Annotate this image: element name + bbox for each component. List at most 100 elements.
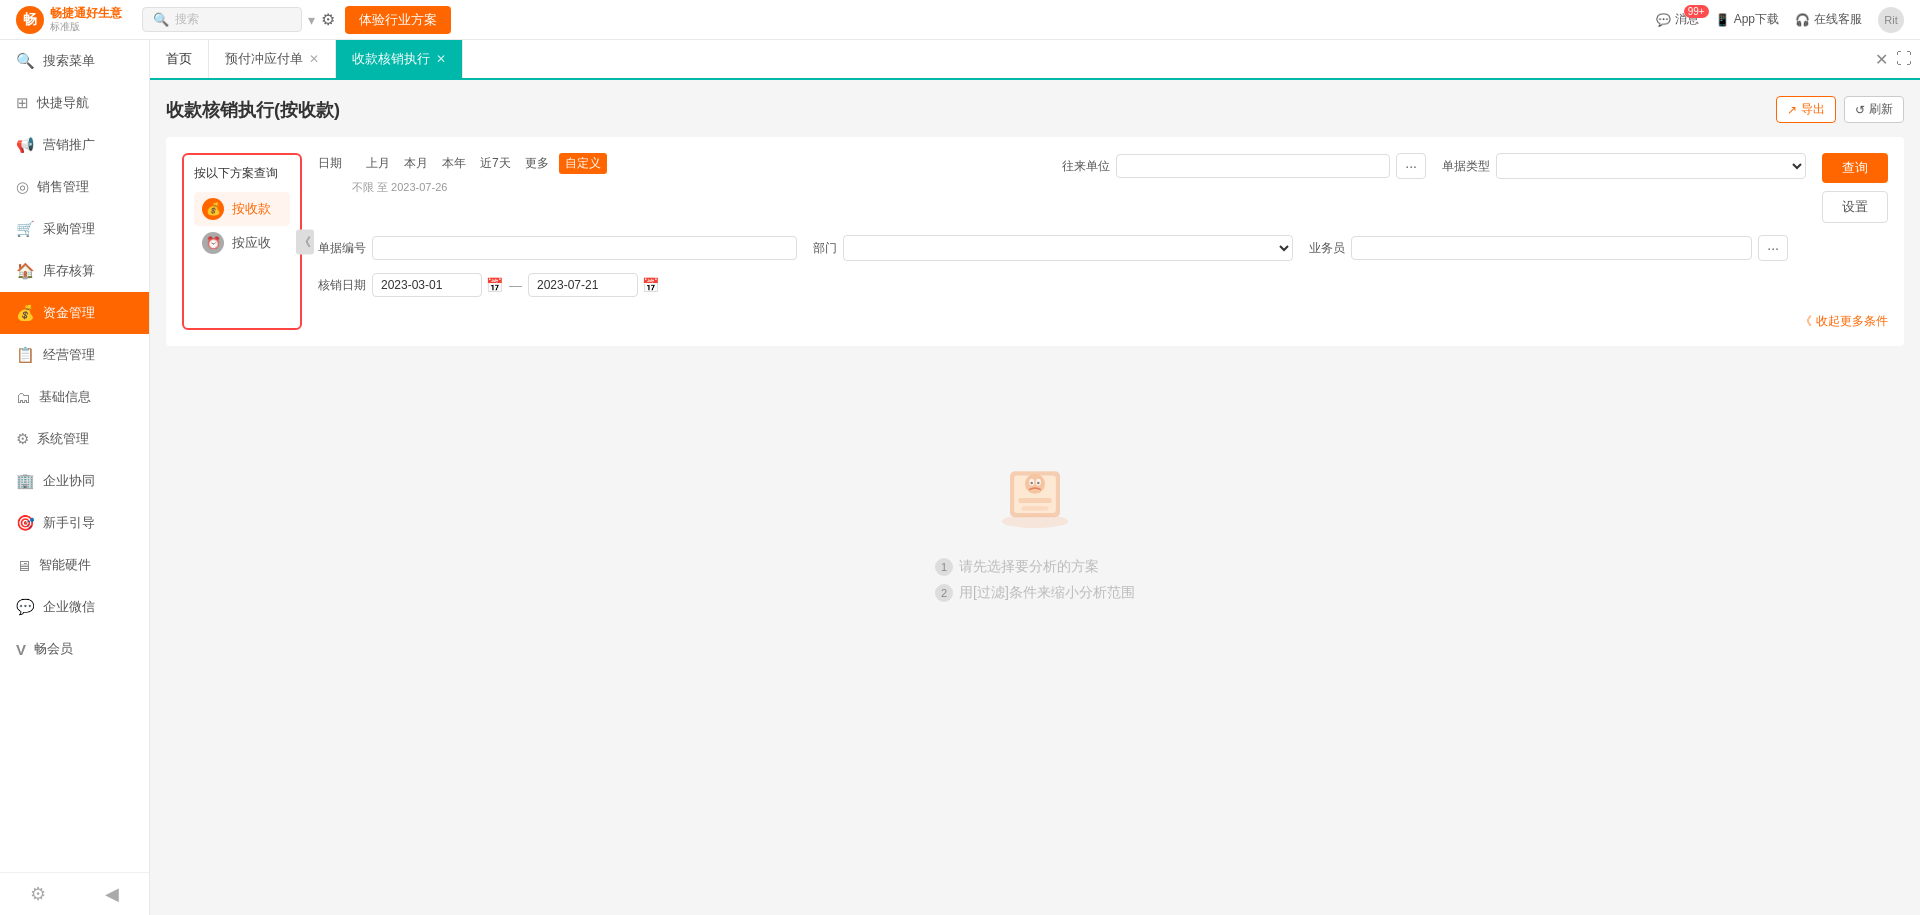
query-btn[interactable]: 查询 (1822, 153, 1888, 183)
tab-receipt-label: 收款核销执行 (352, 50, 430, 68)
marketing-icon: 📢 (16, 136, 35, 154)
tab-close-btn[interactable]: ✕ (1875, 50, 1888, 69)
filter-option-by-receipt[interactable]: 💰 按收款 (194, 192, 290, 226)
purchase-icon: 🛒 (16, 220, 35, 238)
verify-date-start-cal[interactable]: 📅 (486, 277, 503, 293)
staff-input[interactable] (1351, 236, 1753, 260)
settings-btn[interactable]: 设置 (1822, 191, 1888, 223)
sidebar-item-business[interactable]: 📋 经营管理 (0, 334, 149, 376)
sidebar-item-member[interactable]: V 畅会员 (0, 628, 149, 670)
date-hint-row: 不限 至 2023-07-26 (352, 180, 1046, 195)
collapse-icon: 《 (1800, 313, 1812, 330)
sidebar-item-basic-info[interactable]: 🗂 基础信息 (0, 376, 149, 418)
dept-select[interactable] (843, 235, 1292, 261)
sidebar-label-finance: 资金管理 (43, 304, 95, 322)
sidebar-item-weixin[interactable]: 💬 企业微信 (0, 586, 149, 628)
hint-num-1: 1 (935, 558, 953, 576)
refresh-icon: ↺ (1855, 103, 1865, 117)
header-bar: 畅 畅捷通好生意 标准版 🔍 搜索 ▾ ⚙ 体验行业方案 💬 消息 99+ 📱 … (0, 0, 1920, 40)
header-search-display: 🔍 搜索 (142, 7, 302, 32)
collapse-more-btn[interactable]: 《 收起更多条件 (1800, 313, 1888, 330)
basic-info-icon: 🗂 (16, 389, 31, 406)
settings-icon[interactable]: ⚙ (321, 10, 335, 29)
tab-prepay-close[interactable]: ✕ (309, 52, 319, 66)
verify-date-start[interactable]: 2023-03-01 (372, 273, 482, 297)
sidebar-item-inventory[interactable]: 🏠 库存核算 (0, 250, 149, 292)
online-service-btn[interactable]: 🎧 在线客服 (1795, 11, 1862, 28)
svg-point-7 (1037, 482, 1040, 485)
sidebar-label-sales: 销售管理 (37, 178, 89, 196)
staff-ellipsis-btn[interactable]: ··· (1758, 235, 1788, 261)
tab-home-label: 首页 (166, 50, 192, 68)
shortcut-more[interactable]: 更多 (521, 153, 553, 174)
filter-selector: 按以下方案查询 💰 按收款 ⏰ 按应收 《 (182, 153, 302, 330)
filter-panel: 按以下方案查询 💰 按收款 ⏰ 按应收 《 (166, 137, 1904, 346)
sidebar-label-basic-info: 基础信息 (39, 388, 91, 406)
sidebar-collapse-btn[interactable]: ◀ (105, 883, 119, 905)
tab-receipt-writeoff[interactable]: 收款核销执行 ✕ (336, 40, 463, 78)
brand: 畅 畅捷通好生意 标准版 (16, 6, 122, 34)
shortcut-this-year[interactable]: 本年 (438, 153, 470, 174)
tab-expand-btn[interactable]: ⛶ (1896, 50, 1912, 68)
date-separator: — (509, 278, 522, 293)
partner-ellipsis-btn[interactable]: ··· (1396, 153, 1426, 179)
brand-logo: 畅 (16, 6, 44, 34)
tab-home[interactable]: 首页 (150, 40, 209, 78)
sidebar-item-finance[interactable]: 💰 资金管理 (0, 292, 149, 334)
shortcut-this-month[interactable]: 本月 (400, 153, 432, 174)
sidebar-label-member: 畅会员 (34, 640, 73, 658)
sidebar-label-hardware: 智能硬件 (39, 556, 91, 574)
page-title-bar: 收款核销执行(按收款) ↗ 导出 ↺ 刷新 (166, 96, 1904, 123)
shortcut-last-month[interactable]: 上月 (362, 153, 394, 174)
tab-right-actions: ✕ ⛶ (1867, 40, 1920, 78)
app-download-btn[interactable]: 📱 App下载 (1715, 11, 1779, 28)
sidebar-item-hardware[interactable]: 🖥 智能硬件 (0, 544, 149, 586)
industry-btn[interactable]: 体验行业方案 (345, 6, 451, 34)
empty-hint-1: 1 请先选择要分析的方案 (935, 558, 1135, 576)
empty-hint-2: 2 用[过滤]条件来缩小分析范围 (935, 584, 1135, 602)
sales-icon: ◎ (16, 178, 29, 196)
sidebar-item-guide[interactable]: 🎯 新手引导 (0, 502, 149, 544)
verify-date-end[interactable]: 2023-07-21 (528, 273, 638, 297)
shortcut-7days[interactable]: 近7天 (476, 153, 515, 174)
shortcut-custom[interactable]: 自定义 (559, 153, 607, 174)
message-btn[interactable]: 💬 消息 99+ (1656, 11, 1699, 28)
sidebar-item-enterprise[interactable]: 🏢 企业协同 (0, 460, 149, 502)
content-area: 首页 预付冲应付单 ✕ 收款核销执行 ✕ ✕ ⛶ 收款核销执行(按收款) (150, 40, 1920, 915)
sidebar-item-purchase[interactable]: 🛒 采购管理 (0, 208, 149, 250)
page-title-actions: ↗ 导出 ↺ 刷新 (1776, 96, 1904, 123)
sidebar-item-sales[interactable]: ◎ 销售管理 (0, 166, 149, 208)
user-area[interactable]: Rit (1878, 7, 1904, 33)
sidebar-item-system[interactable]: ⚙ 系统管理 (0, 418, 149, 460)
sidebar-item-search[interactable]: 🔍 搜索菜单 (0, 40, 149, 82)
search-icon: 🔍 (16, 52, 35, 70)
doc-no-input[interactable] (372, 236, 797, 260)
verify-date-end-group: 2023-07-21 📅 (528, 273, 659, 297)
filter-option-by-receivable[interactable]: ⏰ 按应收 (194, 226, 290, 260)
collapse-row: 《 收起更多条件 (318, 309, 1888, 330)
dropdown-arrow[interactable]: ▾ (308, 12, 315, 28)
sidebar-item-quick-nav[interactable]: ⊞ 快捷导航 (0, 82, 149, 124)
hardware-icon: 🖥 (16, 557, 31, 574)
doc-type-select[interactable] (1496, 153, 1806, 179)
page-content: 收款核销执行(按收款) ↗ 导出 ↺ 刷新 按以下方案查询 (150, 80, 1920, 915)
sidebar-item-marketing[interactable]: 📢 营销推广 (0, 124, 149, 166)
guide-icon: 🎯 (16, 514, 35, 532)
main-layout: 🔍 搜索菜单 ⊞ 快捷导航 📢 营销推广 ◎ 销售管理 🛒 采购管理 🏠 库存核… (0, 40, 1920, 915)
sidebar-settings-btn[interactable]: ⚙ (30, 883, 46, 905)
refresh-btn[interactable]: ↺ 刷新 (1844, 96, 1904, 123)
quick-nav-icon: ⊞ (16, 94, 29, 112)
tab-prepay-reconcile[interactable]: 预付冲应付单 ✕ (209, 40, 336, 78)
sidebar-label-marketing: 营销推广 (43, 136, 95, 154)
sidebar-label-weixin: 企业微信 (43, 598, 95, 616)
date-shortcuts: 上月 本月 本年 近7天 更多 自定义 (362, 153, 607, 174)
tab-receipt-close[interactable]: ✕ (436, 52, 446, 66)
by-receipt-icon: 💰 (202, 198, 224, 220)
export-btn[interactable]: ↗ 导出 (1776, 96, 1836, 123)
inventory-icon: 🏠 (16, 262, 35, 280)
verify-date-end-cal[interactable]: 📅 (642, 277, 659, 293)
page-title: 收款核销执行(按收款) (166, 98, 340, 122)
partner-input[interactable] (1116, 154, 1390, 178)
selector-collapse-btn[interactable]: 《 (296, 229, 314, 254)
message-icon: 💬 (1656, 13, 1671, 27)
